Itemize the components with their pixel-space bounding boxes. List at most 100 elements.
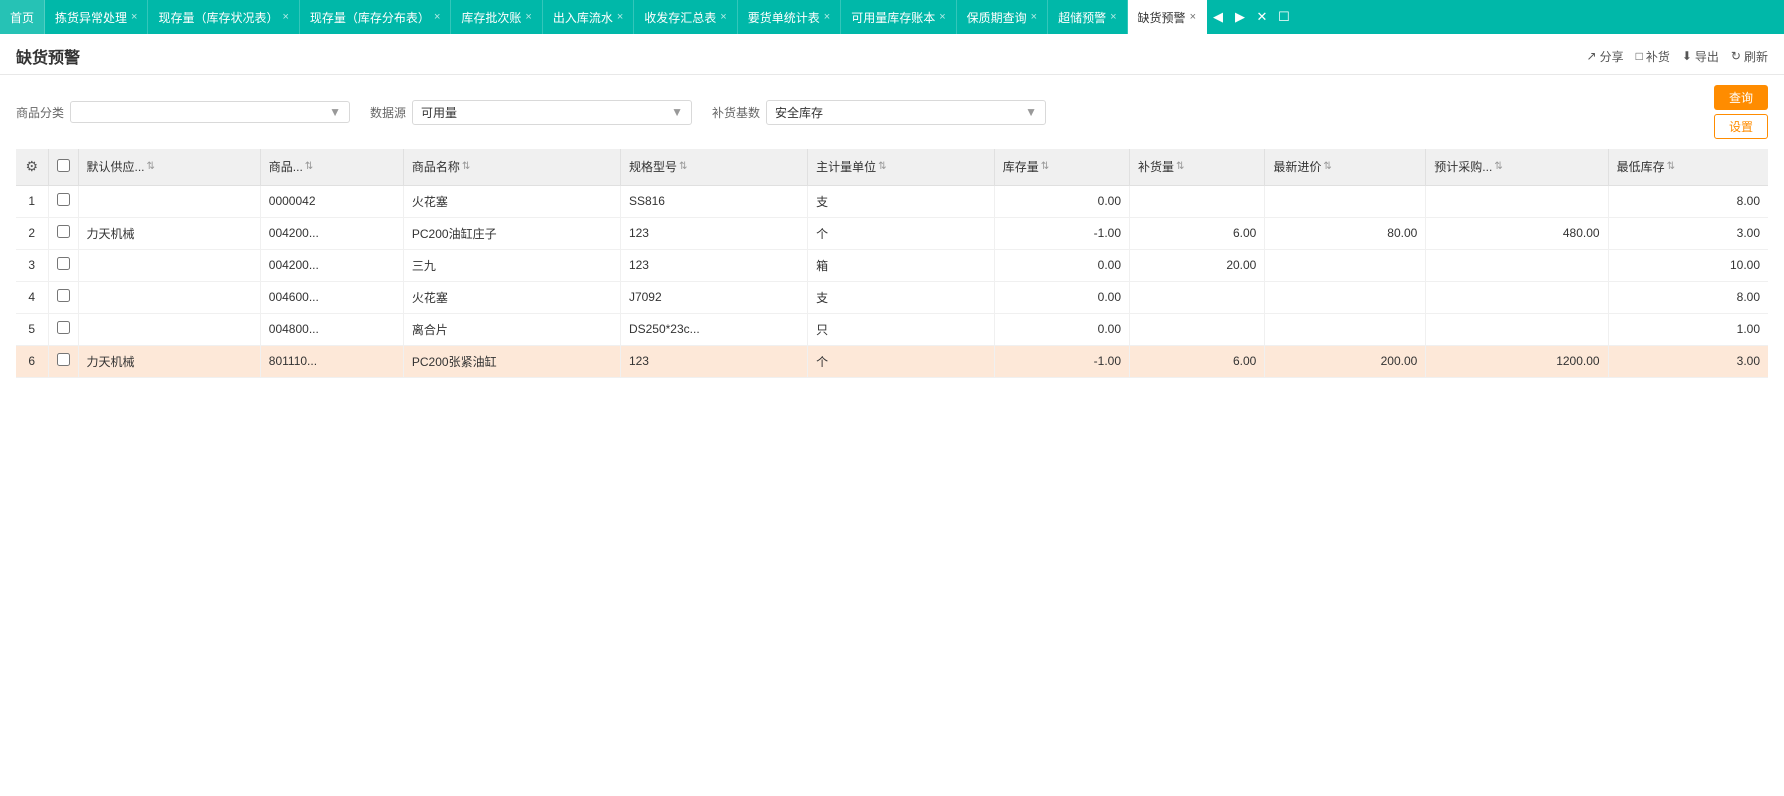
tab-bar: 首页 拣货异常处理 × 现存量（库存状况表） × 现存量（库存分布表） × 库存… <box>0 0 1784 34</box>
row-goods-code: 004200... <box>260 249 403 281</box>
row-unit: 支 <box>808 185 995 217</box>
row-estimated-purchase: 1200.00 <box>1426 345 1608 377</box>
row-select-checkbox[interactable] <box>57 225 70 238</box>
filter-category: 商品分类 ▼ <box>16 101 350 123</box>
tab-maximize-button[interactable]: ☐ <box>1273 0 1295 34</box>
refresh-icon: ↻ <box>1731 49 1741 63</box>
tab-close-8[interactable]: × <box>939 11 945 23</box>
row-unit: 只 <box>808 313 995 345</box>
tab-current-stock-dist[interactable]: 现存量（库存分布表） × <box>300 0 451 34</box>
min-stock-sort-icon[interactable]: ⇅ <box>1667 161 1675 172</box>
estimated-purchase-sort-icon[interactable]: ⇅ <box>1494 161 1502 172</box>
tab-minimize-button[interactable]: ✕ <box>1251 0 1273 34</box>
category-arrow-icon: ▼ <box>329 105 341 119</box>
row-goods-name: 三九 <box>403 249 620 281</box>
row-stock: 0.00 <box>994 249 1129 281</box>
row-goods-code: 004800... <box>260 313 403 345</box>
tab-current-stock-status[interactable]: 现存量（库存状况表） × <box>148 0 299 34</box>
tab-shortage-warning[interactable]: 缺货预警 × <box>1128 0 1207 34</box>
row-estimated-purchase <box>1426 249 1608 281</box>
tab-overstock-warning[interactable]: 超储预警 × <box>1048 0 1127 34</box>
refresh-button[interactable]: ↻ 刷新 <box>1731 48 1768 65</box>
row-select-checkbox[interactable] <box>57 321 70 334</box>
tab-recv-send-summary[interactable]: 收发存汇总表 × <box>634 0 737 34</box>
tab-close-7[interactable]: × <box>824 11 830 23</box>
tab-close-1[interactable]: × <box>131 11 137 23</box>
min-stock-column-header: 最低库存 ⇅ <box>1608 149 1768 185</box>
row-goods-name: 火花塞 <box>403 281 620 313</box>
tab-pick-exception[interactable]: 拣货异常处理 × <box>45 0 148 34</box>
row-goods-name: PC200油缸庄子 <box>403 217 620 249</box>
row-supplier <box>78 281 260 313</box>
share-button[interactable]: ↗ 分享 <box>1587 48 1624 65</box>
tab-next-button[interactable]: ▶ <box>1229 0 1251 34</box>
unit-column-header: 主计量单位 ⇅ <box>808 149 995 185</box>
tab-inout-flow[interactable]: 出入库流水 × <box>543 0 634 34</box>
unit-sort-icon[interactable]: ⇅ <box>878 161 886 172</box>
row-select-checkbox[interactable] <box>57 353 70 366</box>
datasource-select[interactable]: 可用量 ▼ <box>412 100 692 125</box>
main-content: 缺货预警 ↗ 分享 □ 补货 ⬇ 导出 ↻ 刷新 商品分类 <box>0 34 1784 796</box>
row-supplier <box>78 185 260 217</box>
tab-close-3[interactable]: × <box>434 11 440 23</box>
row-index: 1 <box>16 185 48 217</box>
row-latest-price: 200.00 <box>1265 345 1426 377</box>
tab-available-ledger[interactable]: 可用量库存账本 × <box>841 0 956 34</box>
goods-name-column-header: 商品名称 ⇅ <box>403 149 620 185</box>
row-goods-name: 火花塞 <box>403 185 620 217</box>
settings-button[interactable]: 设置 <box>1714 114 1768 139</box>
goods-code-sort-icon[interactable]: ⇅ <box>305 161 313 172</box>
row-index: 5 <box>16 313 48 345</box>
tab-shelf-life[interactable]: 保质期查询 × <box>957 0 1048 34</box>
table-body: 10000042火花塞SS816支0.008.002力天机械004200...P… <box>16 185 1768 377</box>
row-stock: -1.00 <box>994 217 1129 249</box>
tab-close-10[interactable]: × <box>1110 11 1116 23</box>
base-select[interactable]: 安全库存 ▼ <box>766 100 1046 125</box>
category-select[interactable]: ▼ <box>70 101 350 123</box>
export-button[interactable]: ⬇ 导出 <box>1682 48 1719 65</box>
row-index: 2 <box>16 217 48 249</box>
tab-close-11[interactable]: × <box>1190 11 1196 23</box>
row-spec: 123 <box>620 249 807 281</box>
gear-column-header[interactable]: ⚙ <box>16 149 48 185</box>
category-label: 商品分类 <box>16 104 64 121</box>
filter-datasource: 数据源 可用量 ▼ <box>370 100 692 125</box>
row-latest-price <box>1265 185 1426 217</box>
supplement-column-header: 补货量 ⇅ <box>1130 149 1265 185</box>
row-spec: SS816 <box>620 185 807 217</box>
base-arrow-icon: ▼ <box>1025 105 1037 119</box>
tab-close-6[interactable]: × <box>720 11 726 23</box>
row-stock: -1.00 <box>994 345 1129 377</box>
supplement-sort-icon[interactable]: ⇅ <box>1176 161 1184 172</box>
spec-sort-icon[interactable]: ⇅ <box>679 161 687 172</box>
supplier-sort-icon[interactable]: ⇅ <box>147 161 155 172</box>
row-estimated-purchase <box>1426 185 1608 217</box>
tab-prev-button[interactable]: ◀ <box>1207 0 1229 34</box>
latest-price-column-header: 最新进价 ⇅ <box>1265 149 1426 185</box>
export-icon: ⬇ <box>1682 49 1692 63</box>
row-min-stock: 10.00 <box>1608 249 1768 281</box>
row-unit: 个 <box>808 345 995 377</box>
tab-close-4[interactable]: × <box>525 11 531 23</box>
row-supplement <box>1130 281 1265 313</box>
tab-close-9[interactable]: × <box>1031 11 1037 23</box>
latest-price-sort-icon[interactable]: ⇅ <box>1323 161 1331 172</box>
goods-name-sort-icon[interactable]: ⇅ <box>462 161 470 172</box>
tab-home[interactable]: 首页 <box>0 0 45 34</box>
select-all-checkbox[interactable] <box>57 159 70 172</box>
row-select-checkbox[interactable] <box>57 193 70 206</box>
query-button[interactable]: 查询 <box>1714 85 1768 110</box>
row-supplement <box>1130 313 1265 345</box>
row-select-checkbox[interactable] <box>57 257 70 270</box>
tab-close-2[interactable]: × <box>282 11 288 23</box>
datasource-label: 数据源 <box>370 104 406 121</box>
supplement-button[interactable]: □ 补货 <box>1636 48 1670 65</box>
checkbox-column-header <box>48 149 78 185</box>
estimated-purchase-column-header: 预计采购... ⇅ <box>1426 149 1608 185</box>
stock-sort-icon[interactable]: ⇅ <box>1041 161 1049 172</box>
tab-order-stat[interactable]: 要货单统计表 × <box>738 0 841 34</box>
row-select-checkbox[interactable] <box>57 289 70 302</box>
gear-icon[interactable]: ⚙ <box>25 158 38 174</box>
tab-batch-account[interactable]: 库存批次账 × <box>451 0 542 34</box>
tab-close-5[interactable]: × <box>617 11 623 23</box>
